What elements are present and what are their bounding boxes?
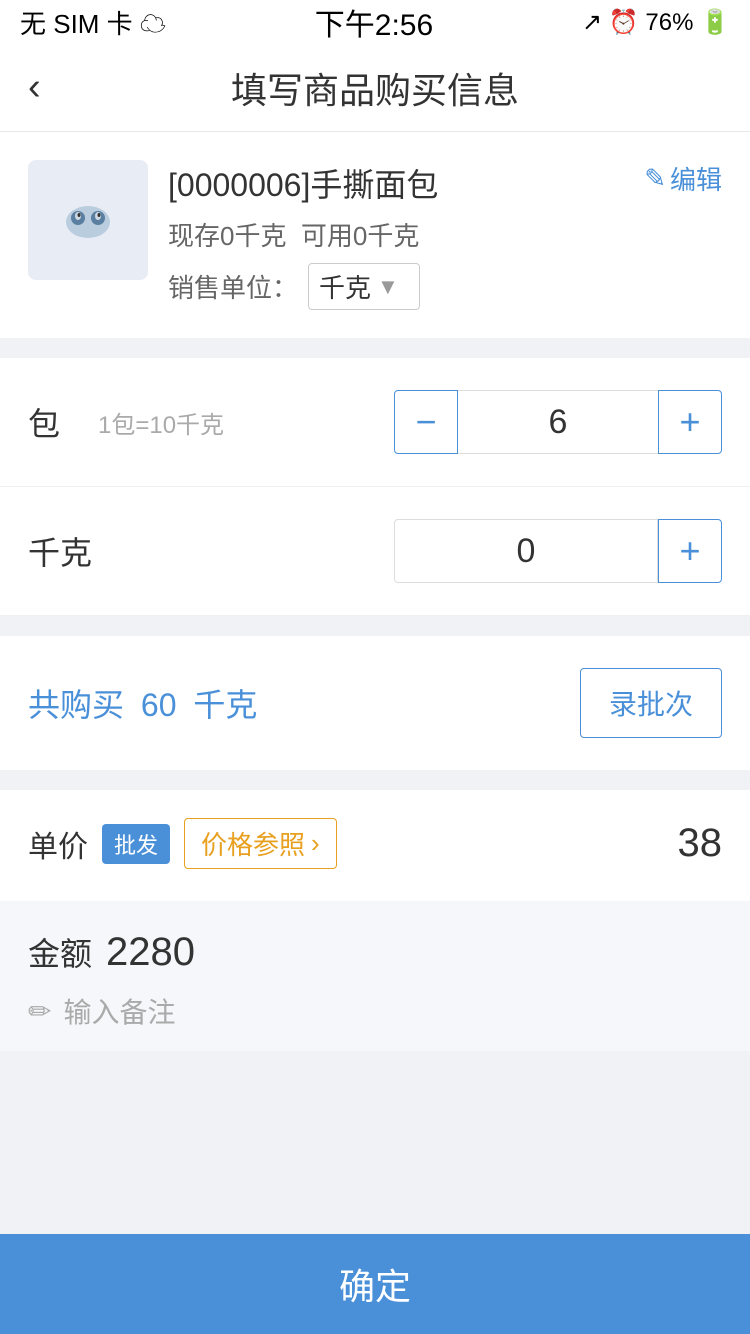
product-card: [0000006]手撕面包 ✎ 编辑 现存0千克 可用0千克 销售单位： 千克 … <box>0 132 750 338</box>
bag-quantity-controls: − + <box>394 390 722 454</box>
total-text: 共购买 60 千克 <box>28 680 257 726</box>
amount-section: 金额 2280 ✏ 输入备注 <box>0 901 750 1051</box>
confirm-button[interactable]: 确定 <box>339 1258 411 1310</box>
edit-button[interactable]: ✎ 编辑 <box>644 160 722 197</box>
bag-label: 包 <box>28 399 88 445</box>
bag-hint: 1包=10千克 <box>98 405 394 440</box>
amount-row: 金额 2280 <box>28 929 722 975</box>
kg-quantity-controls: + <box>394 519 722 583</box>
product-info: [0000006]手撕面包 ✎ 编辑 现存0千克 可用0千克 销售单位： 千克 … <box>168 160 722 310</box>
sim-status: 无 SIM 卡 ☁ <box>20 4 166 41</box>
product-name: [0000006]手撕面包 <box>168 160 438 206</box>
price-label: 单价 <box>28 822 88 866</box>
product-logo-icon <box>58 190 118 250</box>
product-image <box>28 160 148 280</box>
amount-label: 金额 <box>28 929 92 975</box>
price-section: 单价 批发 价格参照 › 38 <box>0 790 750 901</box>
batch-button[interactable]: 录批次 <box>580 668 722 738</box>
pencil-icon: ✏ <box>28 995 51 1028</box>
bag-plus-button[interactable]: + <box>658 390 722 454</box>
status-right: ↗ ⏰ 76% 🔋 <box>582 8 730 37</box>
edit-icon: ✎ <box>644 163 666 194</box>
total-section: 共购买 60 千克 录批次 <box>0 636 750 770</box>
remark-placeholder: 输入备注 <box>63 991 175 1031</box>
price-tag: 批发 <box>102 824 170 864</box>
confirm-bar[interactable]: 确定 <box>0 1234 750 1334</box>
kg-label: 千克 <box>28 528 92 574</box>
bag-quantity-input[interactable] <box>458 390 658 454</box>
status-time: 下午2:56 <box>315 0 433 44</box>
unit-selector[interactable]: 千克 ▼ <box>308 263 420 310</box>
kg-quantity-row: 千克 + <box>0 487 750 616</box>
price-value: 38 <box>678 821 723 866</box>
kg-plus-button[interactable]: + <box>658 519 722 583</box>
bag-minus-button[interactable]: − <box>394 390 458 454</box>
price-row: 单价 批发 价格参照 › 38 <box>28 818 722 869</box>
back-button[interactable]: ‹ <box>28 66 41 109</box>
amount-value: 2280 <box>106 930 195 975</box>
nav-bar: ‹ 填写商品购买信息 <box>0 44 750 132</box>
product-stock: 现存0千克 可用0千克 <box>168 216 722 253</box>
quantity-section: 包 1包=10千克 − + 千克 + <box>0 358 750 616</box>
kg-quantity-input[interactable] <box>394 519 658 583</box>
total-row: 共购买 60 千克 录批次 <box>0 636 750 770</box>
price-reference-button[interactable]: 价格参照 › <box>184 818 337 869</box>
battery-icon: ↗ ⏰ 76% 🔋 <box>582 8 730 37</box>
page-title: 填写商品购买信息 <box>231 62 519 114</box>
product-unit: 销售单位： 千克 ▼ <box>168 263 722 310</box>
status-left: 无 SIM 卡 ☁ <box>20 4 166 41</box>
remark-row[interactable]: ✏ 输入备注 <box>28 991 722 1031</box>
bag-quantity-row: 包 1包=10千克 − + <box>0 358 750 487</box>
status-bar: 无 SIM 卡 ☁ 下午2:56 ↗ ⏰ 76% 🔋 <box>0 0 750 44</box>
